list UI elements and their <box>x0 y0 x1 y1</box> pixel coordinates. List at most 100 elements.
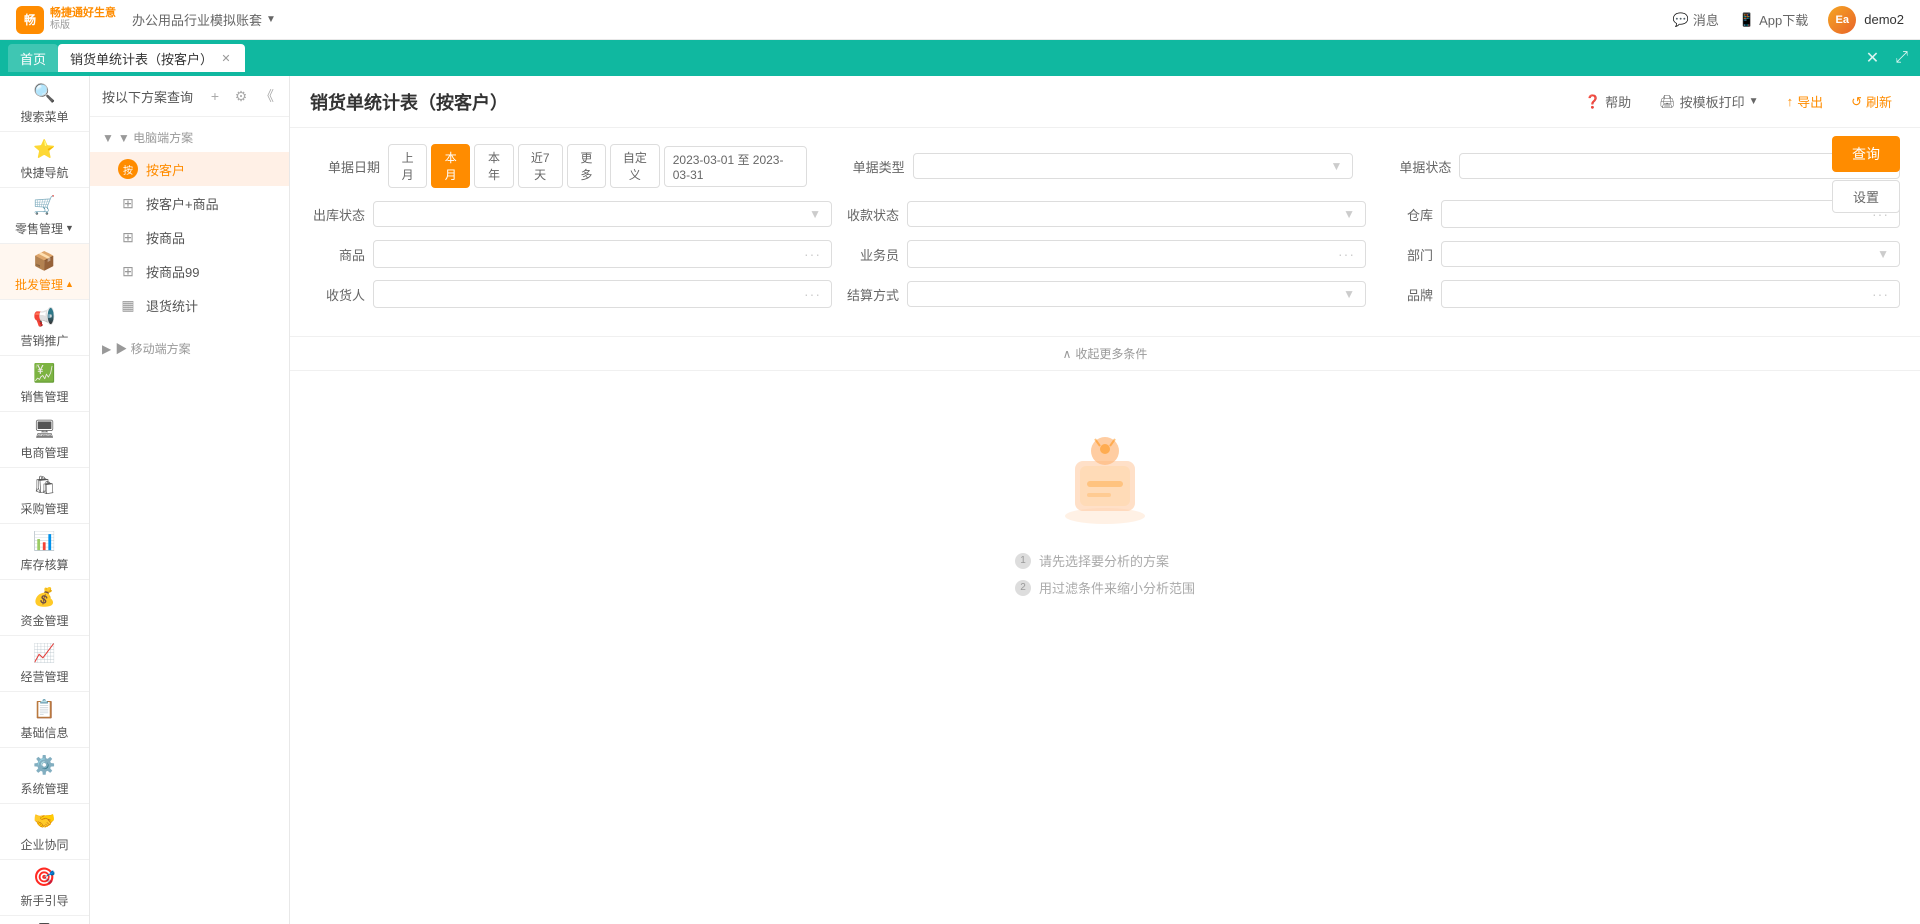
user-area[interactable]: Ea demo2 <box>1828 6 1904 34</box>
sidebar-item-retail[interactable]: 🛒 零售管理 ▼ <box>0 188 89 244</box>
print-action[interactable]: 🖨 按模板打印 ▼ <box>1651 88 1766 115</box>
salesman-select[interactable]: ··· <box>907 240 1366 268</box>
date-range-input[interactable]: 2023-03-01 至 2023-03-31 <box>664 146 807 187</box>
goods-label: 商品 <box>310 245 365 264</box>
doc-type-select[interactable]: ▼ <box>913 153 1354 179</box>
tab-home[interactable]: 首页 <box>8 44 58 72</box>
handshake-icon: 🤝 <box>33 811 55 832</box>
chart-icon: 💹 <box>33 363 55 384</box>
salesman-filter: 业务员 ··· <box>844 240 1366 268</box>
left-panel: 按以下方案查询 + ⚙ 《 ▼ ▼ 电脑端方案 按 按客户 ⊞ 按客户+商品 ⊞ <box>90 76 290 924</box>
goods-select[interactable]: ··· <box>373 240 832 268</box>
sidebar-item-basic[interactable]: 📋 基础信息 <box>0 692 89 748</box>
print-chevron-icon: ▼ <box>1749 96 1759 107</box>
content-area: 销货单统计表（按客户） ❓ 帮助 🖨 按模板打印 ▼ ↑ 导出 <box>290 76 1920 924</box>
sidebar-item-purchase[interactable]: 🛍 采购管理 <box>0 468 89 524</box>
query-button[interactable]: 查询 <box>1832 136 1900 172</box>
inventory-icon: 📊 <box>33 531 55 552</box>
refresh-action[interactable]: ↺ 刷新 <box>1843 88 1900 115</box>
date-btn-custom[interactable]: 自定义 <box>610 144 660 188</box>
search-icon: 🔍 <box>33 83 55 104</box>
dept-select[interactable]: ▼ <box>1441 241 1900 267</box>
sidebar-item-guide[interactable]: 🎯 新手引导 <box>0 860 89 916</box>
tree-group-desktop-title[interactable]: ▼ ▼ 电脑端方案 <box>90 123 289 152</box>
date-btn-7days[interactable]: 近7天 <box>518 144 563 188</box>
cart-icon: 🛒 <box>33 195 55 216</box>
tab-close-window-icon[interactable]: ✕ <box>1862 44 1883 72</box>
settle-select[interactable]: ▼ <box>907 281 1366 307</box>
refresh-icon: ↺ <box>1851 94 1862 110</box>
add-scheme-button[interactable]: + <box>205 86 225 106</box>
filter-row-3: 商品 ··· 业务员 ··· 部门 <box>310 240 1900 268</box>
tab-close-icon[interactable]: ✕ <box>219 51 233 65</box>
date-picker-group: 上月 本月 本年 近7天 更多 自定义 2023-03-01 至 2023-03… <box>388 144 807 188</box>
sidebar-item-marketing[interactable]: 📢 营销推广 <box>0 300 89 356</box>
date-btn-this-month[interactable]: 本月 <box>431 144 470 188</box>
date-btn-more[interactable]: 更多 <box>567 144 606 188</box>
payment-select[interactable]: ▼ <box>907 201 1366 227</box>
empty-tip-2: 2 用过滤条件来缩小分析范围 <box>1015 578 1195 597</box>
sidebar-item-quick-nav[interactable]: ⭐ 快捷导航 <box>0 132 89 188</box>
left-panel-actions: + ⚙ 《 <box>205 86 277 106</box>
tree-item-by-customer[interactable]: 按 按客户 <box>90 152 289 186</box>
chevron-up-icon: ▲ <box>65 279 74 289</box>
gear-icon: ⚙️ <box>33 755 55 776</box>
settings-scheme-button[interactable]: ⚙ <box>231 86 251 106</box>
tree-item-by-goods[interactable]: ⊞ 按商品 <box>90 220 289 254</box>
message-action[interactable]: 💬 消息 <box>1673 10 1719 29</box>
money-icon: 💰 <box>33 587 55 608</box>
left-panel-title: 按以下方案查询 <box>102 87 193 106</box>
sidebar-item-app-center[interactable]: 📱 应用中心 <box>0 916 89 924</box>
action-buttons-container: 查询 设置 <box>1832 136 1900 213</box>
tab-expand-icon[interactable]: ⤢ <box>1891 45 1912 71</box>
brand-label: 品牌 <box>1378 285 1433 304</box>
export-icon: ↑ <box>1787 94 1794 109</box>
tree-item-by-goods-99[interactable]: ⊞ 按商品99 <box>90 254 289 288</box>
main-layout: 🔍 搜索菜单 ⭐ 快捷导航 🛒 零售管理 ▼ 📦 批发管理 ▲ 📢 营销推广 <box>0 76 1920 924</box>
payment-filter: 收款状态 ▼ <box>844 201 1366 227</box>
industry-selector[interactable]: 办公用品行业模拟账套 ▼ <box>124 6 284 33</box>
sidebar-item-inventory[interactable]: 📊 库存核算 <box>0 524 89 580</box>
chevron-right-icon: ▶ <box>102 342 111 356</box>
page-header: 销货单统计表（按客户） ❓ 帮助 🖨 按模板打印 ▼ ↑ 导出 <box>290 76 1920 128</box>
sidebar-item-business[interactable]: 📈 经营管理 <box>0 636 89 692</box>
empty-state: 1 请先选择要分析的方案 2 用过滤条件来缩小分析范围 <box>290 371 1920 657</box>
sidebar-item-sales[interactable]: 💹 销售管理 <box>0 356 89 412</box>
tree-group-mobile: ▶ ▶ 移动端方案 <box>90 328 289 369</box>
sidebar-item-search[interactable]: 🔍 搜索菜单 <box>0 76 89 132</box>
recipient-filter: 收货人 ··· <box>310 280 832 308</box>
app-download-action[interactable]: 📱 App下载 <box>1739 10 1808 29</box>
dept-filter: 部门 ▼ <box>1378 241 1900 267</box>
sidebar-item-wholesale[interactable]: 📦 批发管理 ▲ <box>0 244 89 300</box>
table2-icon: ⊞ <box>118 261 138 281</box>
delivery-select[interactable]: ▼ <box>373 201 832 227</box>
tree-item-return-stats[interactable]: ▦ 退货统计 <box>90 288 289 322</box>
settings-button[interactable]: 设置 <box>1832 180 1900 213</box>
collapse-panel-button[interactable]: 《 <box>257 86 277 106</box>
settle-filter: 结算方式 ▼ <box>844 281 1366 307</box>
logo-text: 畅捷通好生意 标版 <box>50 7 116 32</box>
chevron-down-icon: ▼ <box>1330 159 1342 173</box>
help-action[interactable]: ❓ 帮助 <box>1577 88 1639 115</box>
chevron-down-icon: ▼ <box>102 131 114 145</box>
sidebar-item-ecommerce[interactable]: 🖥 电商管理 <box>0 412 89 468</box>
box-icon: 📦 <box>33 251 55 272</box>
date-btn-last-month[interactable]: 上月 <box>388 144 427 188</box>
ellipsis-icon3: ··· <box>1338 246 1355 262</box>
brand-select[interactable]: ··· <box>1441 280 1900 308</box>
chevron-icon: ▼ <box>65 223 74 233</box>
megaphone-icon: 📢 <box>33 307 55 328</box>
date-btn-this-year[interactable]: 本年 <box>474 144 513 188</box>
tree-group-mobile-title[interactable]: ▶ ▶ 移动端方案 <box>90 334 289 363</box>
sidebar-item-system[interactable]: ⚙️ 系统管理 <box>0 748 89 804</box>
recipient-select[interactable]: ··· <box>373 280 832 308</box>
sidebar-item-finance[interactable]: 💰 资金管理 <box>0 580 89 636</box>
collapse-bar[interactable]: ∧ 收起更多条件 <box>290 337 1920 371</box>
warehouse-filter: 仓库 ··· <box>1378 200 1900 228</box>
sidebar: 🔍 搜索菜单 ⭐ 快捷导航 🛒 零售管理 ▼ 📦 批发管理 ▲ 📢 营销推广 <box>0 76 90 924</box>
export-action[interactable]: ↑ 导出 <box>1779 88 1832 115</box>
tree-item-by-customer-goods[interactable]: ⊞ 按客户+商品 <box>90 186 289 220</box>
logo-area: 畅 畅捷通好生意 标版 <box>16 6 116 34</box>
tab-sales-stats[interactable]: 销货单统计表（按客户） ✕ <box>58 44 245 72</box>
sidebar-item-enterprise[interactable]: 🤝 企业协同 <box>0 804 89 860</box>
